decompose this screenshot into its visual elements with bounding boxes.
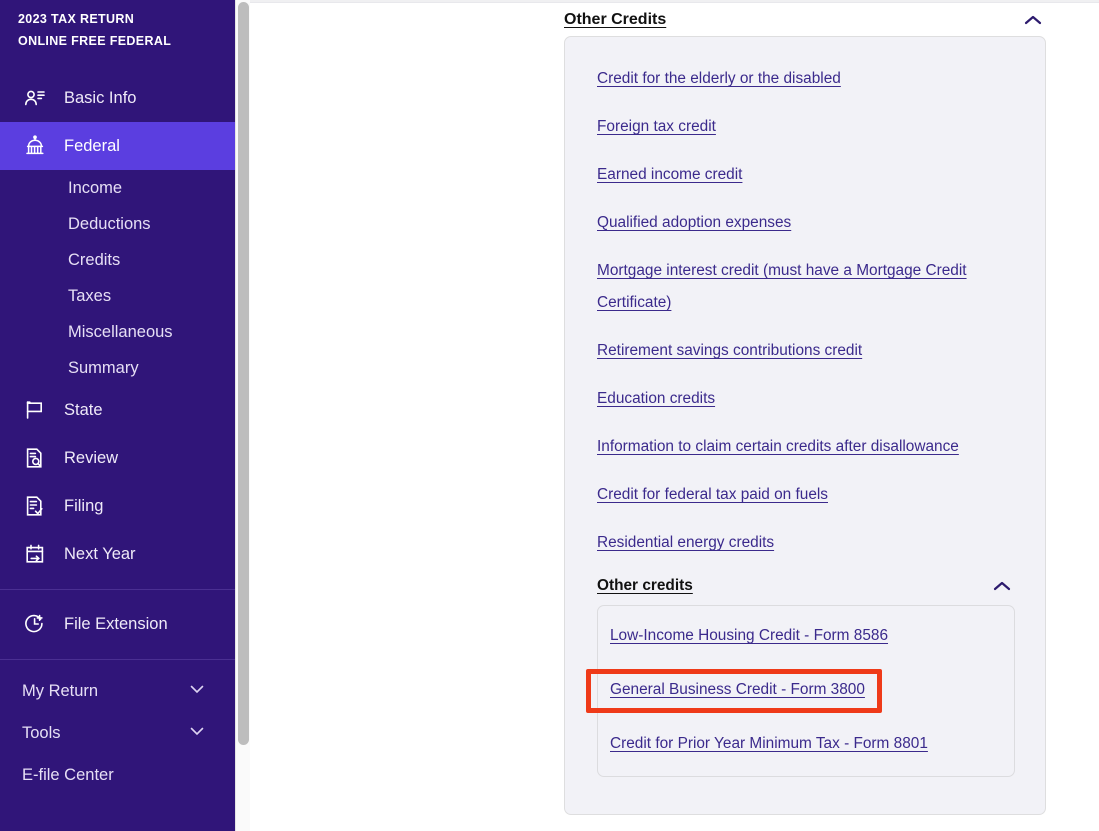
credit-links-list: Credit for the elderly or the disabled F… xyxy=(565,37,1045,777)
sidebar-item-review[interactable]: Review xyxy=(0,434,235,482)
sidebar-subitem-label: Summary xyxy=(68,358,139,377)
chevron-up-icon[interactable] xyxy=(989,575,1015,597)
sidebar: 2023 TAX RETURN ONLINE FREE FEDERAL Basi… xyxy=(0,0,235,831)
sidebar-item-label: Review xyxy=(64,448,119,467)
section-header-other-credits-sub: Other credits xyxy=(597,575,1015,597)
capitol-building-icon xyxy=(22,133,48,159)
sidebar-item-tools[interactable]: Tools xyxy=(0,712,235,754)
link-general-business-credit-3800[interactable]: General Business Credit - Form 3800 xyxy=(610,674,1002,706)
page-title[interactable]: Other Credits xyxy=(564,11,666,29)
subpanel-links-list: Low-Income Housing Credit - Form 8586 Ge… xyxy=(598,620,1014,760)
sidebar-item-label: Federal xyxy=(64,136,120,155)
chevron-down-icon[interactable] xyxy=(187,721,207,746)
sidebar-item-label: E-file Center xyxy=(22,765,114,784)
sidebar-item-label: Next Year xyxy=(64,544,136,563)
sidebar-subitem-summary[interactable]: Summary xyxy=(0,350,235,386)
sidebar-item-basic-info[interactable]: Basic Info xyxy=(0,74,235,122)
person-list-icon xyxy=(22,85,48,111)
other-credits-panel: Credit for the elderly or the disabled F… xyxy=(564,36,1046,815)
sidebar-subitem-credits[interactable]: Credits xyxy=(0,242,235,278)
primary-nav: Basic Info Federal Income Deductions Cre… xyxy=(0,74,235,660)
sidebar-item-efile-center[interactable]: E-file Center xyxy=(0,754,235,796)
link-earned-income-credit[interactable]: Earned income credit xyxy=(597,159,1015,191)
flag-icon xyxy=(22,397,48,423)
link-qualified-adoption-expenses[interactable]: Qualified adoption expenses xyxy=(597,207,1015,239)
link-mortgage-interest-credit[interactable]: Mortgage interest credit (must have a Mo… xyxy=(597,255,1015,319)
sidebar-item-federal[interactable]: Federal xyxy=(0,122,235,170)
sidebar-subitem-label: Income xyxy=(68,178,123,197)
sidebar-item-label: My Return xyxy=(22,681,99,700)
sidebar-subitem-label: Credits xyxy=(68,250,121,269)
sidebar-subitem-income[interactable]: Income xyxy=(0,170,235,206)
main-content: Other Credits Credit for the elderly or … xyxy=(250,0,1099,831)
link-education-credits[interactable]: Education credits xyxy=(597,383,1015,415)
sidebar-divider-top xyxy=(0,589,235,590)
document-search-icon xyxy=(22,445,48,471)
link-low-income-housing-credit-8586[interactable]: Low-Income Housing Credit - Form 8586 xyxy=(610,620,1002,652)
calendar-arrow-icon xyxy=(22,541,48,567)
other-credits-subpanel: Low-Income Housing Credit - Form 8586 Ge… xyxy=(597,605,1015,777)
sidebar-item-label: State xyxy=(64,400,103,419)
brand-tax-year: 2023 TAX RETURN xyxy=(18,12,135,26)
sidebar-item-label: Filing xyxy=(64,496,104,515)
brand-block: 2023 TAX RETURN ONLINE FREE FEDERAL xyxy=(0,0,235,52)
sidebar-subitem-label: Deductions xyxy=(68,214,151,233)
clock-plus-icon xyxy=(22,611,48,637)
sidebar-subitem-taxes[interactable]: Taxes xyxy=(0,278,235,314)
sidebar-item-file-extension[interactable]: File Extension xyxy=(0,600,235,648)
vertical-scrollbar[interactable] xyxy=(235,0,250,831)
chevron-down-icon[interactable] xyxy=(187,679,207,704)
sidebar-subitem-deductions[interactable]: Deductions xyxy=(0,206,235,242)
sidebar-item-my-return[interactable]: My Return xyxy=(0,670,235,712)
link-residential-energy-credits[interactable]: Residential energy credits xyxy=(597,527,1015,559)
brand-product: ONLINE FREE FEDERAL xyxy=(18,34,172,48)
sidebar-subitem-label: Taxes xyxy=(68,286,112,305)
sidebar-item-label: Tools xyxy=(22,723,61,742)
app-root: 2023 TAX RETURN ONLINE FREE FEDERAL Basi… xyxy=(0,0,1099,831)
sidebar-item-label: Basic Info xyxy=(64,88,137,107)
sidebar-subitem-miscellaneous[interactable]: Miscellaneous xyxy=(0,314,235,350)
sidebar-divider-bottom xyxy=(0,659,235,660)
link-information-claim-credits-after-disallowance[interactable]: Information to claim certain credits aft… xyxy=(597,431,1015,463)
sidebar-subitem-label: Miscellaneous xyxy=(68,322,173,341)
link-foreign-tax-credit[interactable]: Foreign tax credit xyxy=(597,111,1015,143)
content-top-edge xyxy=(250,0,1099,3)
sub-section-title[interactable]: Other credits xyxy=(597,577,693,595)
chevron-up-icon[interactable] xyxy=(1020,9,1046,31)
document-check-icon xyxy=(22,493,48,519)
link-credit-federal-tax-paid-on-fuels[interactable]: Credit for federal tax paid on fuels xyxy=(597,479,1015,511)
sidebar-item-label: File Extension xyxy=(64,614,168,633)
sidebar-item-state[interactable]: State xyxy=(0,386,235,434)
scrollbar-thumb[interactable] xyxy=(238,2,249,745)
link-credit-elderly-disabled[interactable]: Credit for the elderly or the disabled xyxy=(597,63,1015,95)
link-retirement-savings-contributions-credit[interactable]: Retirement savings contributions credit xyxy=(597,335,1015,367)
sidebar-bottom-group: My Return Tools E-file Center xyxy=(0,670,235,796)
section-header-other-credits: Other Credits xyxy=(564,8,1046,32)
sidebar-item-filing[interactable]: Filing xyxy=(0,482,235,530)
link-credit-prior-year-minimum-tax-8801[interactable]: Credit for Prior Year Minimum Tax - Form… xyxy=(610,728,1002,760)
sidebar-item-next-year[interactable]: Next Year xyxy=(0,530,235,578)
